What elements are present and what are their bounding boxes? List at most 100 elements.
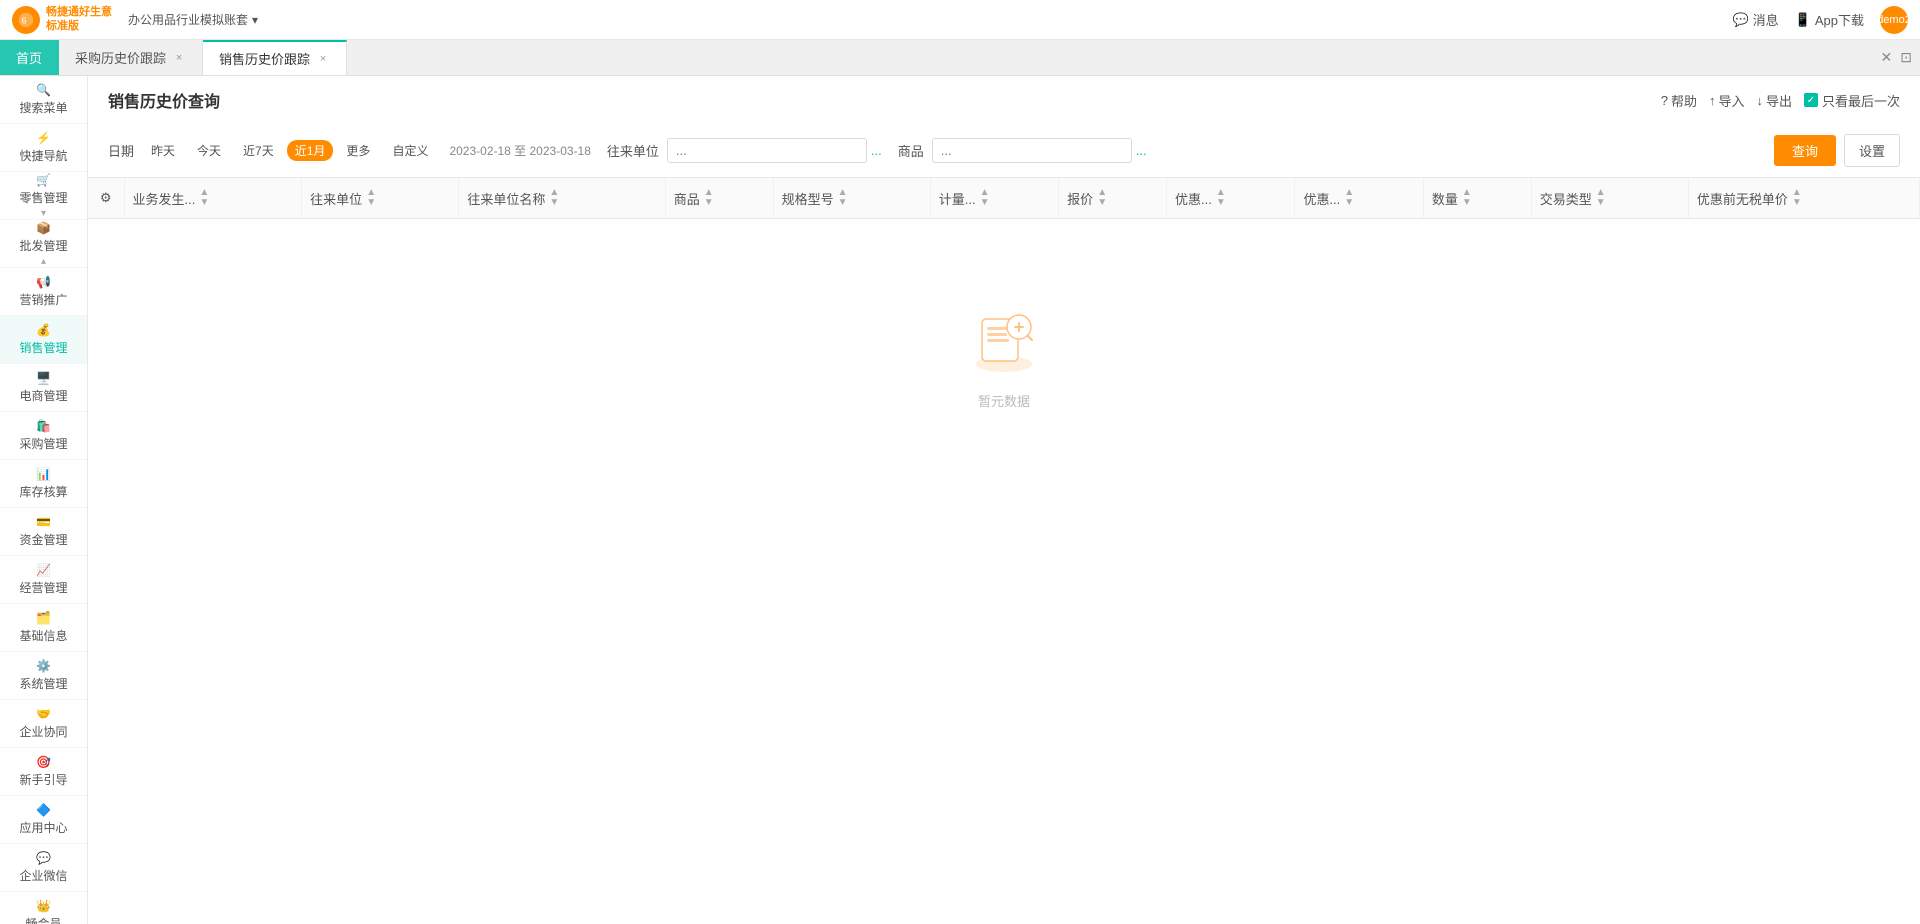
- th-unit[interactable]: 计量... ▲▼: [930, 178, 1058, 219]
- table-container: ⚙ 业务发生... ▲▼ 往来单位 ▲▼: [88, 178, 1920, 924]
- svg-text:6: 6: [22, 15, 27, 25]
- purchase-history-tab-label: 采购历史价跟踪: [75, 48, 166, 67]
- close-sales-history-tab[interactable]: ×: [316, 52, 330, 66]
- workspace-selector[interactable]: 办公用品行业模拟账套 ▾: [120, 7, 266, 32]
- export-action[interactable]: ↓ 导出: [1756, 91, 1792, 110]
- sidebar-item-retail[interactable]: 🛒 零售管理 ▾: [0, 172, 87, 220]
- date-range-text: 2023-02-18 至 2023-03-18: [449, 142, 590, 159]
- tab-home[interactable]: 首页: [0, 40, 59, 75]
- th-discount1[interactable]: 优惠... ▲▼: [1167, 178, 1295, 219]
- sort-arrows-quantity: ▲▼: [1462, 188, 1472, 208]
- th-spec[interactable]: 规格型号 ▲▼: [773, 178, 930, 219]
- sidebar-item-sales[interactable]: 💰 销售管理: [0, 316, 87, 364]
- th-pretax-price[interactable]: 优惠前无税单价 ▲▼: [1688, 178, 1919, 219]
- import-action[interactable]: ↑ 导入: [1709, 91, 1745, 110]
- sidebar-item-basics[interactable]: 🗂️ 基础信息: [0, 604, 87, 652]
- import-label: 导入: [1718, 91, 1744, 110]
- maximize-icon[interactable]: ⊡: [1900, 49, 1912, 66]
- empty-illustration: [964, 299, 1044, 379]
- date-btn-1month[interactable]: 近1月: [287, 140, 334, 161]
- data-table: ⚙ 业务发生... ▲▼ 往来单位 ▲▼: [88, 178, 1920, 219]
- tab-sales-history[interactable]: 销售历史价跟踪 ×: [203, 40, 347, 75]
- th-biz-date[interactable]: 业务发生... ▲▼: [124, 178, 302, 219]
- product-ellipsis-btn[interactable]: ...: [1136, 143, 1147, 158]
- th-quantity[interactable]: 数量 ▲▼: [1423, 178, 1531, 219]
- only-last-checkbox[interactable]: 只看最后一次: [1804, 91, 1900, 110]
- download-icon: 📱: [1795, 12, 1811, 28]
- th-product-label: 商品: [674, 189, 700, 208]
- th-pretax-price-label: 优惠前无税单价: [1697, 189, 1788, 208]
- chevron-down-icon: ▾: [252, 13, 258, 27]
- sidebar-item-operations[interactable]: 📈 经营管理: [0, 556, 87, 604]
- sidebar-label-system: 系统管理: [19, 675, 67, 692]
- inventory-icon: 📊: [36, 467, 51, 481]
- sidebar-item-system[interactable]: ⚙️ 系统管理: [0, 652, 87, 700]
- th-trade-type[interactable]: 交易类型 ▲▼: [1531, 178, 1688, 219]
- retail-icon: 🛒: [36, 173, 51, 187]
- th-settings[interactable]: ⚙: [88, 178, 124, 219]
- close-purchase-history-tab[interactable]: ×: [172, 51, 186, 65]
- sidebar-item-marketing[interactable]: 📢 营销推广: [0, 268, 87, 316]
- sidebar-item-enterprise[interactable]: 🤝 企业协同: [0, 700, 87, 748]
- sidebar-label-inventory: 库存核算: [19, 483, 67, 500]
- th-partner-code[interactable]: 往来单位 ▲▼: [302, 178, 459, 219]
- date-btn-yesterday[interactable]: 昨天: [142, 139, 184, 162]
- app-download-action[interactable]: 📱 App下载: [1795, 10, 1864, 29]
- message-action[interactable]: 💬 消息: [1732, 10, 1778, 29]
- user-action[interactable]: demo2: [1880, 6, 1908, 34]
- th-partner-name[interactable]: 往来单位名称 ▲▼: [459, 178, 665, 219]
- th-biz-date-label: 业务发生...: [133, 189, 196, 208]
- date-btn-7days[interactable]: 近7天: [234, 139, 283, 162]
- message-label: 消息: [1753, 10, 1779, 29]
- tab-purchase-history[interactable]: 采购历史价跟踪 ×: [59, 40, 203, 75]
- sidebar-item-member[interactable]: 👑 畅会员: [0, 892, 87, 924]
- help-action[interactable]: ? 帮助: [1661, 91, 1697, 110]
- date-btn-custom[interactable]: 自定义: [383, 139, 437, 162]
- close-tab-icon[interactable]: ✕: [1881, 49, 1893, 66]
- action-buttons: 查询 设置: [1774, 134, 1900, 167]
- empty-text: 暂元数据: [978, 391, 1030, 410]
- export-icon: ↓: [1756, 93, 1763, 108]
- query-button[interactable]: 查询: [1774, 135, 1836, 166]
- th-discount2[interactable]: 优惠... ▲▼: [1295, 178, 1423, 219]
- ecommerce-icon: 🖥️: [36, 371, 51, 385]
- page-title-row: 销售历史价查询 ? 帮助 ↑ 导入 ↓ 导出: [108, 88, 1900, 112]
- date-btn-more[interactable]: 更多: [337, 139, 379, 162]
- partner-ellipsis-btn[interactable]: ...: [871, 143, 882, 158]
- tab-bar: 首页 采购历史价跟踪 × 销售历史价跟踪 × ✕ ⊡: [0, 40, 1920, 76]
- sales-icon: 💰: [36, 323, 51, 337]
- sidebar-item-ecommerce[interactable]: 🖥️ 电商管理: [0, 364, 87, 412]
- sidebar-item-inventory[interactable]: 📊 库存核算: [0, 460, 87, 508]
- th-quantity-label: 数量: [1432, 189, 1458, 208]
- sidebar: 🔍 搜索菜单 ⚡ 快捷导航 🛒 零售管理 ▾ 📦 批发管理 ▴ 📢 营销推广 💰…: [0, 76, 88, 924]
- page-title: 销售历史价查询: [108, 88, 220, 112]
- sidebar-item-app-center[interactable]: 🔷 应用中心: [0, 796, 87, 844]
- wechat-icon: 💬: [36, 851, 51, 865]
- th-quote-label: 报价: [1067, 189, 1093, 208]
- product-input[interactable]: [932, 138, 1132, 163]
- sidebar-item-finance[interactable]: 💳 资金管理: [0, 508, 87, 556]
- th-partner-name-label: 往来单位名称: [467, 189, 545, 208]
- sort-arrows-quote: ▲▼: [1097, 188, 1107, 208]
- sidebar-label-guide: 新手引导: [19, 771, 67, 788]
- th-product[interactable]: 商品 ▲▼: [665, 178, 773, 219]
- partner-input[interactable]: [667, 138, 867, 163]
- sort-arrows-spec: ▲▼: [838, 188, 848, 208]
- sort-arrows-unit: ▲▼: [980, 188, 990, 208]
- sort-arrows-biz-date: ▲▼: [199, 188, 209, 208]
- sidebar-item-purchase[interactable]: 🛍️ 采购管理: [0, 412, 87, 460]
- sidebar-item-search-menu[interactable]: 🔍 搜索菜单: [0, 76, 87, 124]
- th-quote[interactable]: 报价 ▲▼: [1059, 178, 1167, 219]
- guide-icon: 🎯: [36, 755, 51, 769]
- checkbox-icon: [1804, 93, 1818, 107]
- sidebar-label-sales: 销售管理: [19, 339, 67, 356]
- sidebar-item-wechat[interactable]: 💬 企业微信: [0, 844, 87, 892]
- sidebar-item-guide[interactable]: 🎯 新手引导: [0, 748, 87, 796]
- sidebar-item-quick-nav[interactable]: ⚡ 快捷导航: [0, 124, 87, 172]
- sidebar-label-enterprise: 企业协同: [19, 723, 67, 740]
- sidebar-item-wholesale[interactable]: 📦 批发管理 ▴: [0, 220, 87, 268]
- settings-button[interactable]: 设置: [1844, 134, 1900, 167]
- app-center-icon: 🔷: [36, 803, 51, 817]
- date-btn-today[interactable]: 今天: [188, 139, 230, 162]
- sidebar-label-search-menu: 搜索菜单: [19, 99, 67, 116]
